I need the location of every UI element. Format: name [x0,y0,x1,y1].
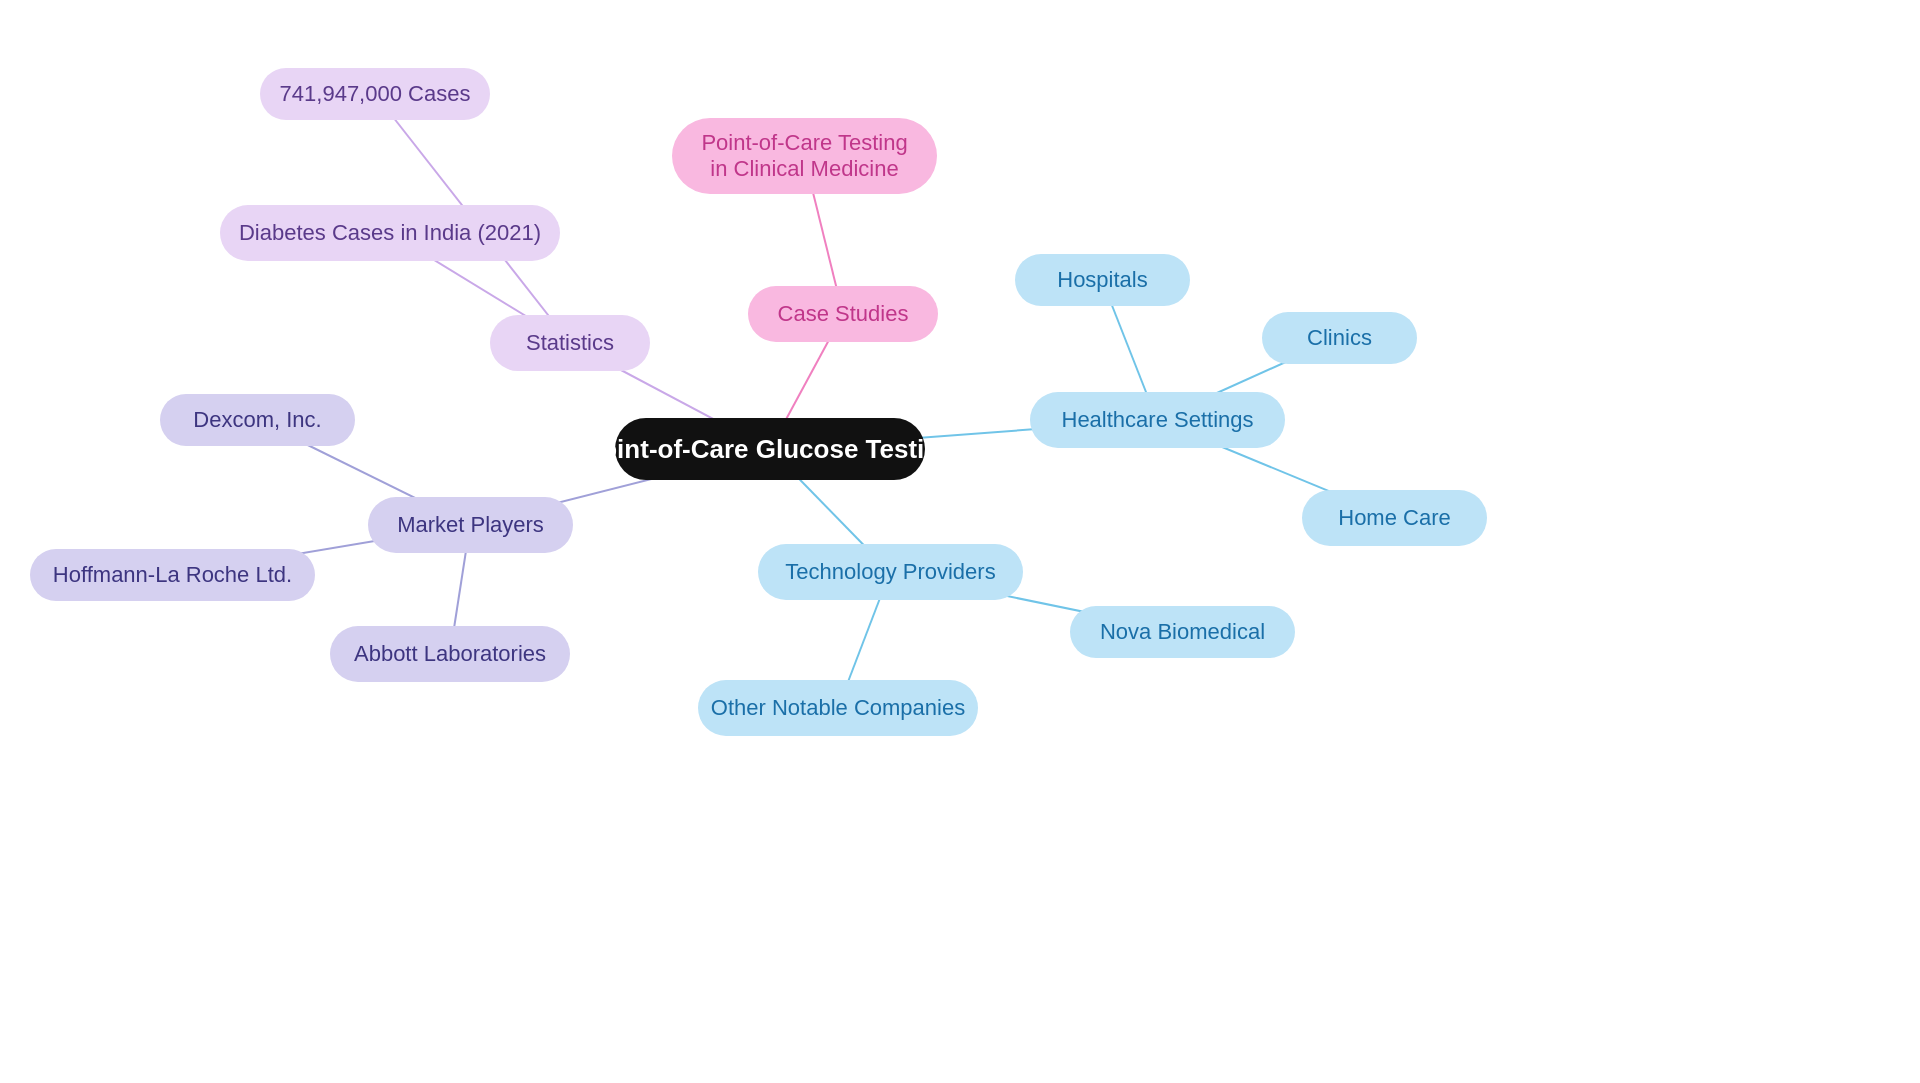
hospitals-node: Hospitals [1015,254,1190,306]
case-studies-node: Case Studies [748,286,938,342]
diabetes-cases-node: Diabetes Cases in India (2021) [220,205,560,261]
cases741-node: 741,947,000 Cases [260,68,490,120]
healthcare-settings-node: Healthcare Settings [1030,392,1285,448]
poct-node: Point-of-Care Testing in Clinical Medici… [672,118,937,194]
other-notable-node: Other Notable Companies [698,680,978,736]
statistics-node: Statistics [490,315,650,371]
home-care-node: Home Care [1302,490,1487,546]
nova-biomedical-node: Nova Biomedical [1070,606,1295,658]
hoffmann-node: Hoffmann-La Roche Ltd. [30,549,315,601]
clinics-node: Clinics [1262,312,1417,364]
abbott-node: Abbott Laboratories [330,626,570,682]
center-node: Point-of-Care Glucose Testing [615,418,925,480]
market-players-node: Market Players [368,497,573,553]
dexcom-node: Dexcom, Inc. [160,394,355,446]
tech-providers-node: Technology Providers [758,544,1023,600]
